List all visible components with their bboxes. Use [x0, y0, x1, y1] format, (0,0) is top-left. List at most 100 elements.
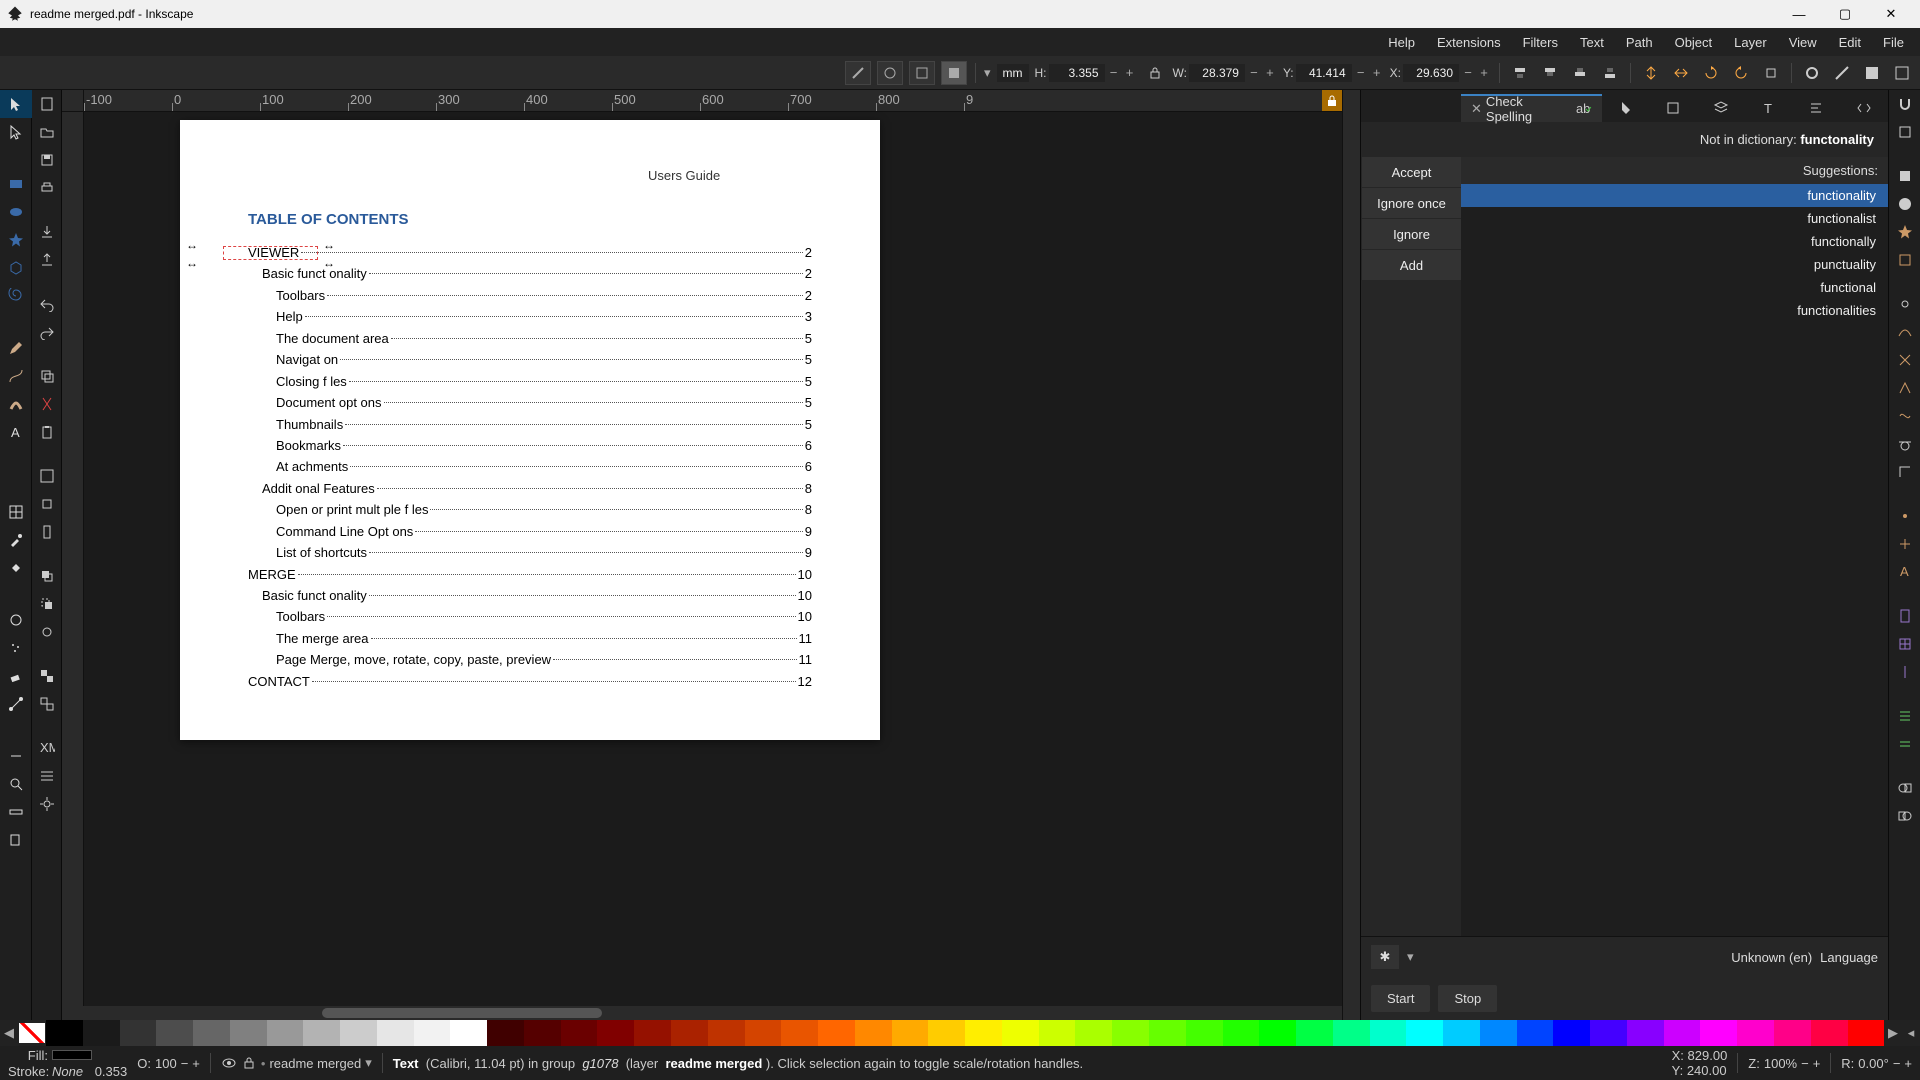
select-toggle-2[interactable]	[909, 61, 935, 85]
toc-row[interactable]: Command Line Opt ons9	[248, 521, 812, 542]
opacity-value[interactable]: 100	[155, 1056, 177, 1071]
swatch[interactable]	[597, 1020, 634, 1046]
swatch[interactable]	[193, 1020, 230, 1046]
visibility-icon[interactable]	[221, 1055, 237, 1071]
stop-button[interactable]: Stop	[1438, 985, 1497, 1012]
close-button[interactable]: ✕	[1868, 0, 1914, 28]
swatch[interactable]	[892, 1020, 929, 1046]
snap-rotation-icon[interactable]	[1889, 530, 1920, 558]
zoom-control[interactable]: Z: 100% − +	[1748, 1056, 1820, 1071]
page[interactable]: Users Guide TABLE OF CONTENTS VIEWER2Bas…	[180, 120, 880, 740]
toc-row[interactable]: Bookmarks6	[248, 435, 812, 456]
suggestion-item[interactable]: functionalist	[1461, 207, 1888, 230]
ignore-button[interactable]: Ignore	[1362, 219, 1461, 249]
swatch[interactable]	[303, 1020, 340, 1046]
menu-filters[interactable]: Filters	[1513, 31, 1568, 54]
toc-row[interactable]: Toolbars10	[248, 606, 812, 627]
zoom-value[interactable]: 100%	[1764, 1056, 1797, 1071]
ruler-vertical[interactable]	[62, 112, 84, 1006]
suggestion-item[interactable]: punctuality	[1461, 253, 1888, 276]
ellipse-tool[interactable]	[0, 198, 32, 226]
undo-icon[interactable]	[32, 290, 62, 318]
selector-tool[interactable]	[0, 90, 32, 118]
toc-row[interactable]: The document area5	[248, 328, 812, 349]
swatch[interactable]	[83, 1020, 120, 1046]
favorite-lang-icon[interactable]: ✱	[1371, 945, 1399, 969]
save-icon[interactable]	[32, 146, 62, 174]
swatch[interactable]	[818, 1020, 855, 1046]
tab-fill-stroke[interactable]	[1602, 94, 1650, 122]
swatch[interactable]	[1406, 1020, 1443, 1046]
swatch[interactable]	[120, 1020, 157, 1046]
rotate-ccw-icon[interactable]	[1729, 61, 1753, 85]
snap-center-icon[interactable]	[1889, 502, 1920, 530]
opacity-control[interactable]: O: 100 − +	[137, 1056, 200, 1071]
x-dec[interactable]: −	[1461, 65, 1475, 80]
layer-indicator[interactable]: • readme merged ▾	[221, 1055, 372, 1071]
w-dec[interactable]: −	[1247, 65, 1261, 80]
copy-icon[interactable]	[32, 362, 62, 390]
lang-dropdown-icon[interactable]: ▾	[1407, 949, 1414, 965]
flip-v-icon[interactable]	[1639, 61, 1663, 85]
snap-clip-icon[interactable]	[1889, 802, 1920, 830]
menu-view[interactable]: View	[1779, 31, 1827, 54]
tweak-tool[interactable]	[0, 606, 32, 634]
palette-menu-icon[interactable]: ◂	[1902, 1020, 1920, 1046]
snap-bbox-corner-icon[interactable]	[1889, 162, 1920, 190]
y-inc[interactable]: +	[1370, 65, 1384, 80]
tab-xml[interactable]	[1840, 94, 1888, 122]
minimize-button[interactable]: —	[1776, 0, 1822, 28]
palette-scroll-left[interactable]: ◀	[0, 1020, 18, 1046]
swatch[interactable]	[230, 1020, 267, 1046]
toc-row[interactable]: MERGE10	[248, 564, 812, 585]
group-icon[interactable]	[32, 662, 62, 690]
swatch[interactable]	[1443, 1020, 1480, 1046]
menu-file[interactable]: File	[1873, 31, 1914, 54]
paintbucket-tool[interactable]	[0, 554, 32, 582]
move-corners-icon[interactable]	[1759, 61, 1783, 85]
zoom-page-icon[interactable]	[32, 518, 62, 546]
swatch[interactable]	[1480, 1020, 1517, 1046]
snap-bbox-icon[interactable]	[1889, 118, 1920, 146]
opacity-dec[interactable]: −	[181, 1056, 189, 1071]
toc-row[interactable]: Thumbnails5	[248, 414, 812, 435]
rot-dec[interactable]: −	[1893, 1056, 1901, 1071]
menu-path[interactable]: Path	[1616, 31, 1663, 54]
swatch[interactable]	[1590, 1020, 1627, 1046]
x-inc[interactable]: +	[1477, 65, 1491, 80]
swatch[interactable]	[450, 1020, 487, 1046]
raise-top-icon[interactable]	[1508, 61, 1532, 85]
swatch[interactable]	[1774, 1020, 1811, 1046]
swatch[interactable]	[1553, 1020, 1590, 1046]
y-value[interactable]: 41.414	[1296, 64, 1352, 82]
menu-edit[interactable]: Edit	[1829, 31, 1871, 54]
toc-row[interactable]: VIEWER2	[248, 242, 812, 263]
snap-toggle-icon[interactable]	[1889, 90, 1920, 118]
snap-guide-icon[interactable]	[1889, 658, 1920, 686]
palette-scroll-right[interactable]: ▶	[1884, 1020, 1902, 1046]
toc-row[interactable]: At achments6	[248, 456, 812, 477]
snap-bbox-edge-icon[interactable]	[1889, 190, 1920, 218]
swatch[interactable]	[1333, 1020, 1370, 1046]
toggle-selection-cue-icon[interactable]	[1890, 61, 1914, 85]
rotate-cw-icon[interactable]	[1699, 61, 1723, 85]
swatch[interactable]	[1370, 1020, 1407, 1046]
h-inc[interactable]: +	[1123, 65, 1137, 80]
snap-cusp-icon[interactable]	[1889, 374, 1920, 402]
spray-tool[interactable]	[0, 634, 32, 662]
swatch[interactable]	[1039, 1020, 1076, 1046]
w-value[interactable]: 28.379	[1189, 64, 1245, 82]
lower-bottom-icon[interactable]	[1598, 61, 1622, 85]
snap-grid-icon[interactable]	[1889, 630, 1920, 658]
start-button[interactable]: Start	[1371, 985, 1430, 1012]
rect-tool[interactable]	[0, 170, 32, 198]
transform-gradient-icon[interactable]	[1830, 61, 1854, 85]
suggestion-item[interactable]: functional	[1461, 276, 1888, 299]
toc-row[interactable]: Document opt ons5	[248, 392, 812, 413]
spiral-tool[interactable]	[0, 282, 32, 310]
swatch[interactable]	[524, 1020, 561, 1046]
opacity-inc[interactable]: +	[192, 1056, 200, 1071]
ruler-horizontal[interactable]: -10001002003004005006007008009	[62, 90, 1342, 112]
toc-row[interactable]: Basic funct onality10	[248, 585, 812, 606]
language-value[interactable]: Unknown (en)	[1731, 950, 1812, 965]
